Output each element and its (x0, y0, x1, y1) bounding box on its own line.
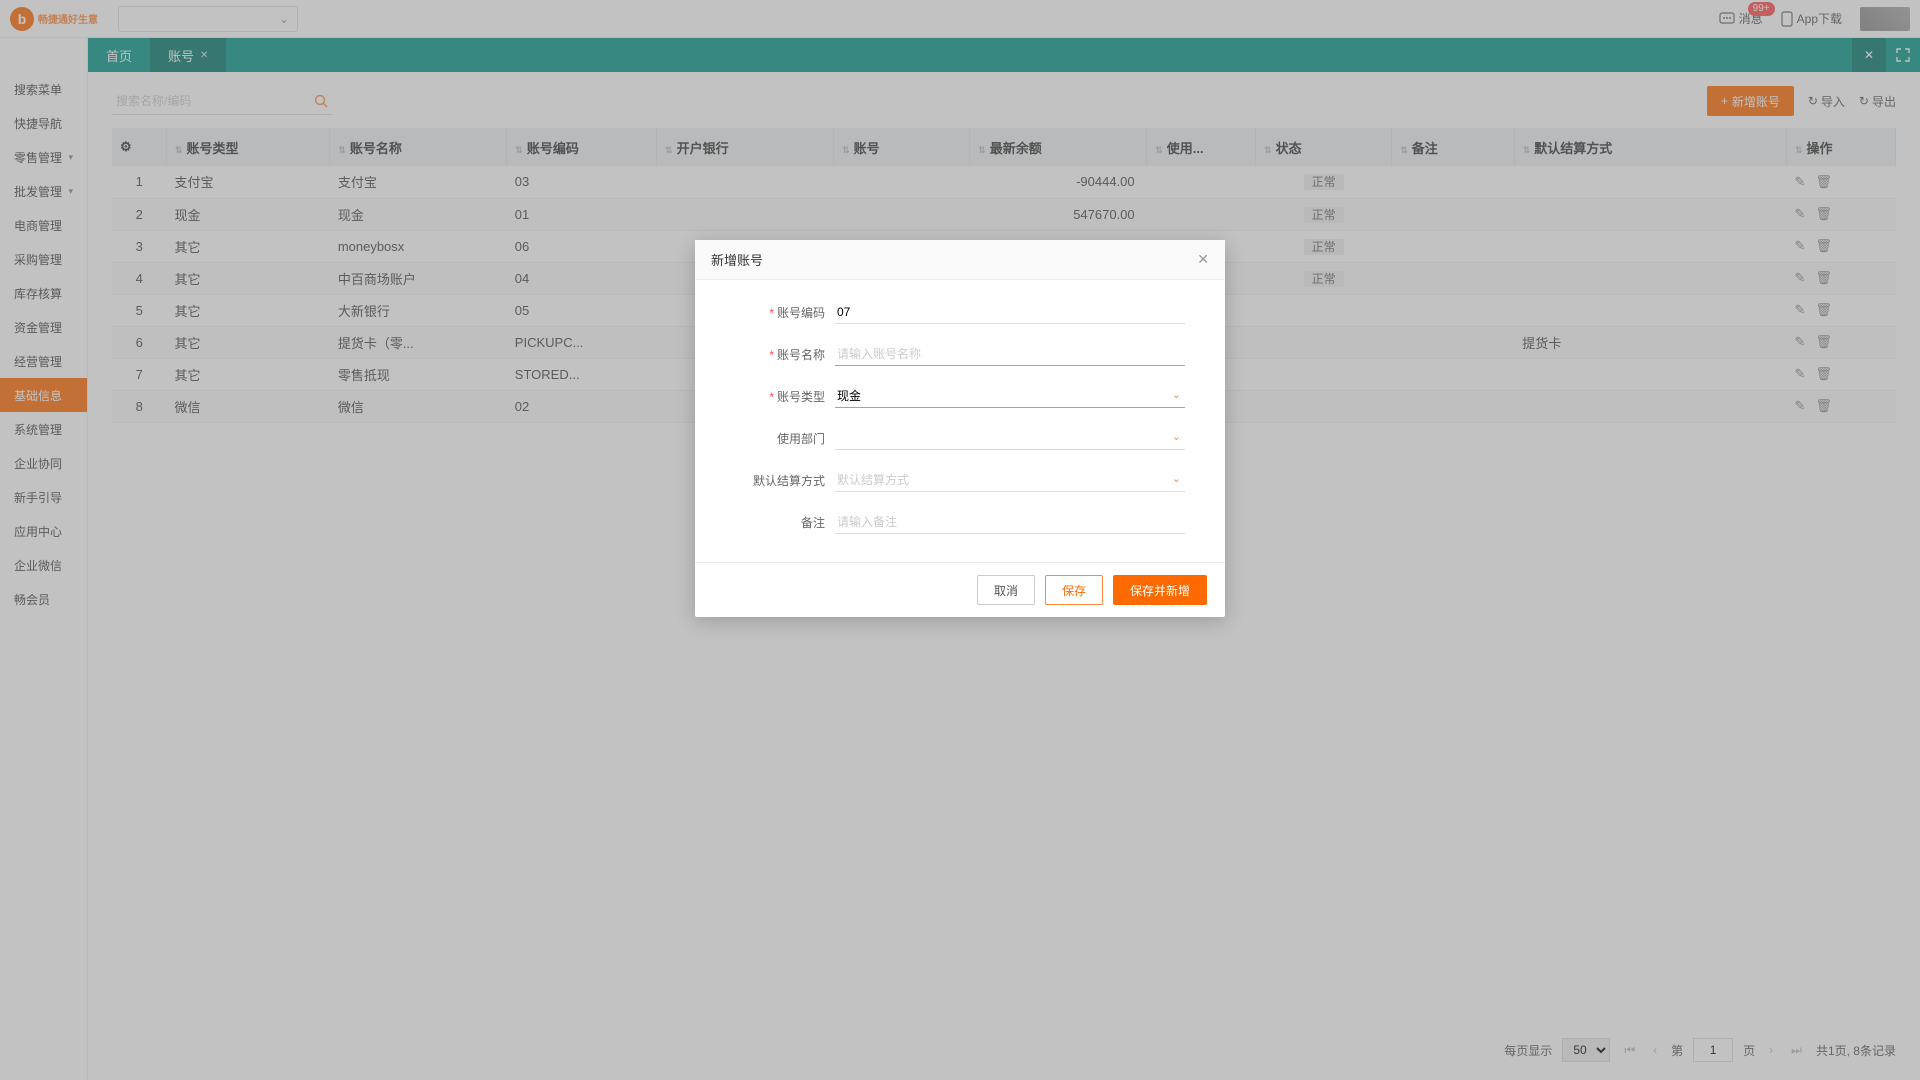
account-type-select[interactable] (835, 384, 1185, 408)
note-input[interactable] (835, 510, 1185, 534)
dept-select[interactable] (835, 426, 1185, 450)
add-account-modal: 新增账号 ✕ *账号编码 *账号名称 *账号类型 ⌄ 使用部门 (695, 240, 1225, 617)
chevron-down-icon: ⌄ (1172, 388, 1181, 401)
account-code-input[interactable] (835, 300, 1185, 324)
modal-title: 新增账号 (711, 250, 763, 269)
field-label-settle: 默认结算方式 (753, 474, 825, 488)
field-label-note: 备注 (801, 516, 825, 530)
account-name-input[interactable] (835, 342, 1185, 366)
field-label-name: 账号名称 (777, 348, 825, 362)
field-label-type: 账号类型 (777, 390, 825, 404)
modal-overlay: 新增账号 ✕ *账号编码 *账号名称 *账号类型 ⌄ 使用部门 (0, 0, 1920, 1080)
modal-close-button[interactable]: ✕ (1197, 251, 1209, 268)
chevron-down-icon: ⌄ (1172, 430, 1181, 443)
save-button[interactable]: 保存 (1045, 575, 1103, 605)
settle-select[interactable] (835, 468, 1185, 492)
chevron-down-icon: ⌄ (1172, 472, 1181, 485)
field-label-dept: 使用部门 (777, 432, 825, 446)
cancel-button[interactable]: 取消 (977, 575, 1035, 605)
modal-header: 新增账号 ✕ (695, 240, 1225, 280)
field-label-code: 账号编码 (777, 306, 825, 320)
save-and-new-button[interactable]: 保存并新增 (1113, 575, 1207, 605)
